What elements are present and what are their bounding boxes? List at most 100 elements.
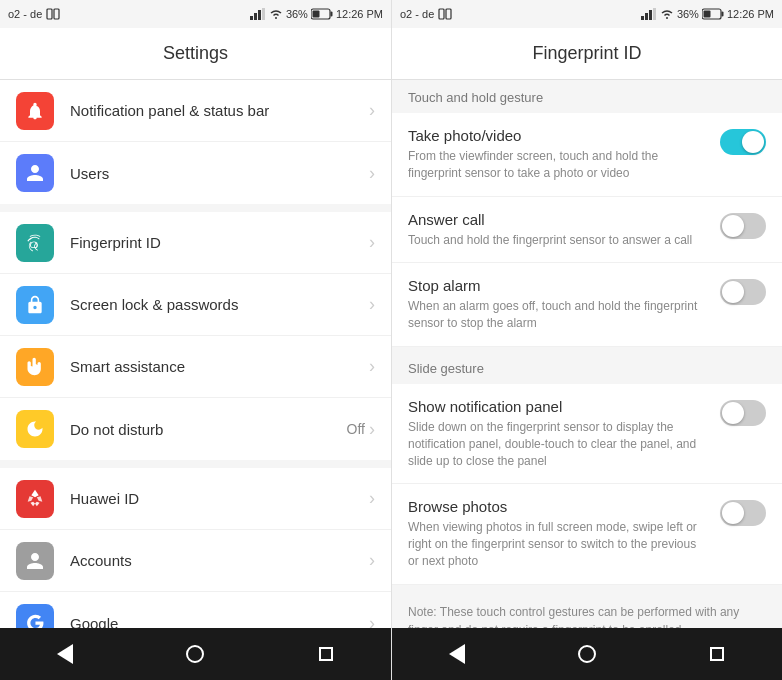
google-label: Google: [70, 615, 369, 629]
right-bottom-nav: [392, 628, 782, 680]
settings-item-notification[interactable]: Notification panel & status bar ›: [0, 80, 391, 142]
settings-item-google[interactable]: Google ›: [0, 592, 391, 628]
right-back-icon: [449, 644, 465, 664]
settings-item-accounts[interactable]: Accounts ›: [0, 530, 391, 592]
sim-icon: [46, 8, 60, 20]
svg-rect-11: [641, 16, 644, 20]
smart-assistance-icon-bg: [16, 348, 54, 386]
stop-alarm-content: Stop alarm When an alarm goes off, touch…: [408, 277, 708, 332]
take-photo-subtitle: From the viewfinder screen, touch and ho…: [408, 148, 708, 182]
smart-assistance-label: Smart assistance: [70, 358, 369, 375]
users-label: Users: [70, 165, 369, 182]
show-notification-subtitle: Slide down on the fingerprint sensor to …: [408, 419, 708, 469]
dnd-value: Off: [347, 421, 365, 437]
hand-icon: [25, 357, 45, 377]
accounts-label: Accounts: [70, 552, 369, 569]
users-icon-bg: [16, 154, 54, 192]
bell-icon: [25, 101, 45, 121]
svg-rect-1: [54, 9, 59, 19]
left-carrier: o2 - de: [8, 8, 42, 20]
answer-call-item: Answer call Touch and hold the fingerpri…: [392, 197, 782, 264]
person-icon: [25, 163, 45, 183]
left-home-button[interactable]: [170, 634, 220, 674]
left-back-button[interactable]: [40, 634, 90, 674]
show-notification-title: Show notification panel: [408, 398, 708, 415]
fingerprint-label: Fingerprint ID: [70, 234, 369, 251]
settings-item-screen-lock[interactable]: Screen lock & passwords ›: [0, 274, 391, 336]
settings-item-smart-assistance[interactable]: Smart assistance ›: [0, 336, 391, 398]
right-battery: 36%: [677, 8, 699, 20]
fingerprint-right: ›: [369, 232, 375, 253]
dnd-icon-bg: [16, 410, 54, 448]
dnd-right: Off ›: [347, 419, 375, 440]
settings-item-users[interactable]: Users ›: [0, 142, 391, 204]
stop-alarm-item: Stop alarm When an alarm goes off, touch…: [392, 263, 782, 347]
left-recents-icon: [319, 647, 333, 661]
huawei-icon: [24, 488, 46, 510]
browse-photos-item: Browse photos When viewing photos in ful…: [392, 484, 782, 584]
browse-photos-subtitle: When viewing photos in full screen mode,…: [408, 519, 708, 569]
show-notification-thumb: [722, 402, 744, 424]
touch-hold-section: Touch and hold gesture Take photo/video …: [392, 80, 782, 347]
slide-gesture-items: Show notification panel Slide down on th…: [392, 384, 782, 585]
right-carrier: o2 - de: [400, 8, 434, 20]
settings-list: Notification panel & status bar › Users …: [0, 80, 391, 628]
stop-alarm-subtitle: When an alarm goes off, touch and hold t…: [408, 298, 708, 332]
right-home-button[interactable]: [562, 634, 612, 674]
svg-rect-7: [330, 12, 332, 17]
answer-call-content: Answer call Touch and hold the fingerpri…: [408, 211, 708, 249]
screen-lock-icon-bg: [16, 286, 54, 324]
notification-label: Notification panel & status bar: [70, 102, 369, 119]
accounts-chevron: ›: [369, 550, 375, 571]
svg-rect-5: [262, 8, 265, 20]
browse-photos-toggle[interactable]: [720, 500, 766, 526]
screen-lock-content: Screen lock & passwords: [70, 296, 369, 313]
users-chevron: ›: [369, 163, 375, 184]
svg-rect-16: [721, 12, 723, 17]
moon-icon: [25, 419, 45, 439]
signal-icon: [250, 8, 266, 20]
settings-item-huawei-id[interactable]: Huawei ID ›: [0, 468, 391, 530]
slide-gesture-section: Slide gesture Show notification panel Sl…: [392, 351, 782, 585]
stop-alarm-toggle[interactable]: [720, 279, 766, 305]
wifi-icon: [269, 8, 283, 20]
show-notification-toggle[interactable]: [720, 400, 766, 426]
fingerprint-icon-bg: [16, 224, 54, 262]
answer-call-thumb: [722, 215, 744, 237]
left-app-bar: Settings: [0, 28, 391, 80]
google-content: Google: [70, 615, 369, 629]
huawei-id-content: Huawei ID: [70, 490, 369, 507]
take-photo-title: Take photo/video: [408, 127, 708, 144]
right-time: 12:26 PM: [727, 8, 774, 20]
svg-rect-0: [47, 9, 52, 19]
accounts-content: Accounts: [70, 552, 369, 569]
right-recents-button[interactable]: [692, 634, 742, 674]
users-content: Users: [70, 165, 369, 182]
left-recents-button[interactable]: [301, 634, 351, 674]
left-bottom-nav: [0, 628, 391, 680]
smart-assistance-right: ›: [369, 356, 375, 377]
browse-photos-thumb: [722, 502, 744, 524]
settings-item-fingerprint[interactable]: Fingerprint ID ›: [0, 212, 391, 274]
dnd-label: Do not disturb: [70, 421, 347, 438]
screen-lock-chevron: ›: [369, 294, 375, 315]
right-back-button[interactable]: [432, 634, 482, 674]
take-photo-toggle[interactable]: [720, 129, 766, 155]
right-app-bar: Fingerprint ID: [392, 28, 782, 80]
right-home-icon: [578, 645, 596, 663]
svg-rect-12: [645, 13, 648, 20]
answer-call-toggle[interactable]: [720, 213, 766, 239]
notification-chevron: ›: [369, 100, 375, 121]
users-right: ›: [369, 163, 375, 184]
right-status-bar: o2 - de 36% 12:26 PM: [392, 0, 782, 28]
stop-alarm-thumb: [722, 281, 744, 303]
settings-item-do-not-disturb[interactable]: Do not disturb Off ›: [0, 398, 391, 460]
smart-assistance-content: Smart assistance: [70, 358, 369, 375]
battery-icon: [311, 8, 333, 20]
show-notification-content: Show notification panel Slide down on th…: [408, 398, 708, 469]
browse-photos-title: Browse photos: [408, 498, 708, 515]
settings-group-3: Huawei ID › Accounts ›: [0, 468, 391, 628]
take-photo-thumb: [742, 131, 764, 153]
left-right-status: 36% 12:26 PM: [250, 8, 383, 20]
svg-rect-17: [703, 11, 710, 18]
